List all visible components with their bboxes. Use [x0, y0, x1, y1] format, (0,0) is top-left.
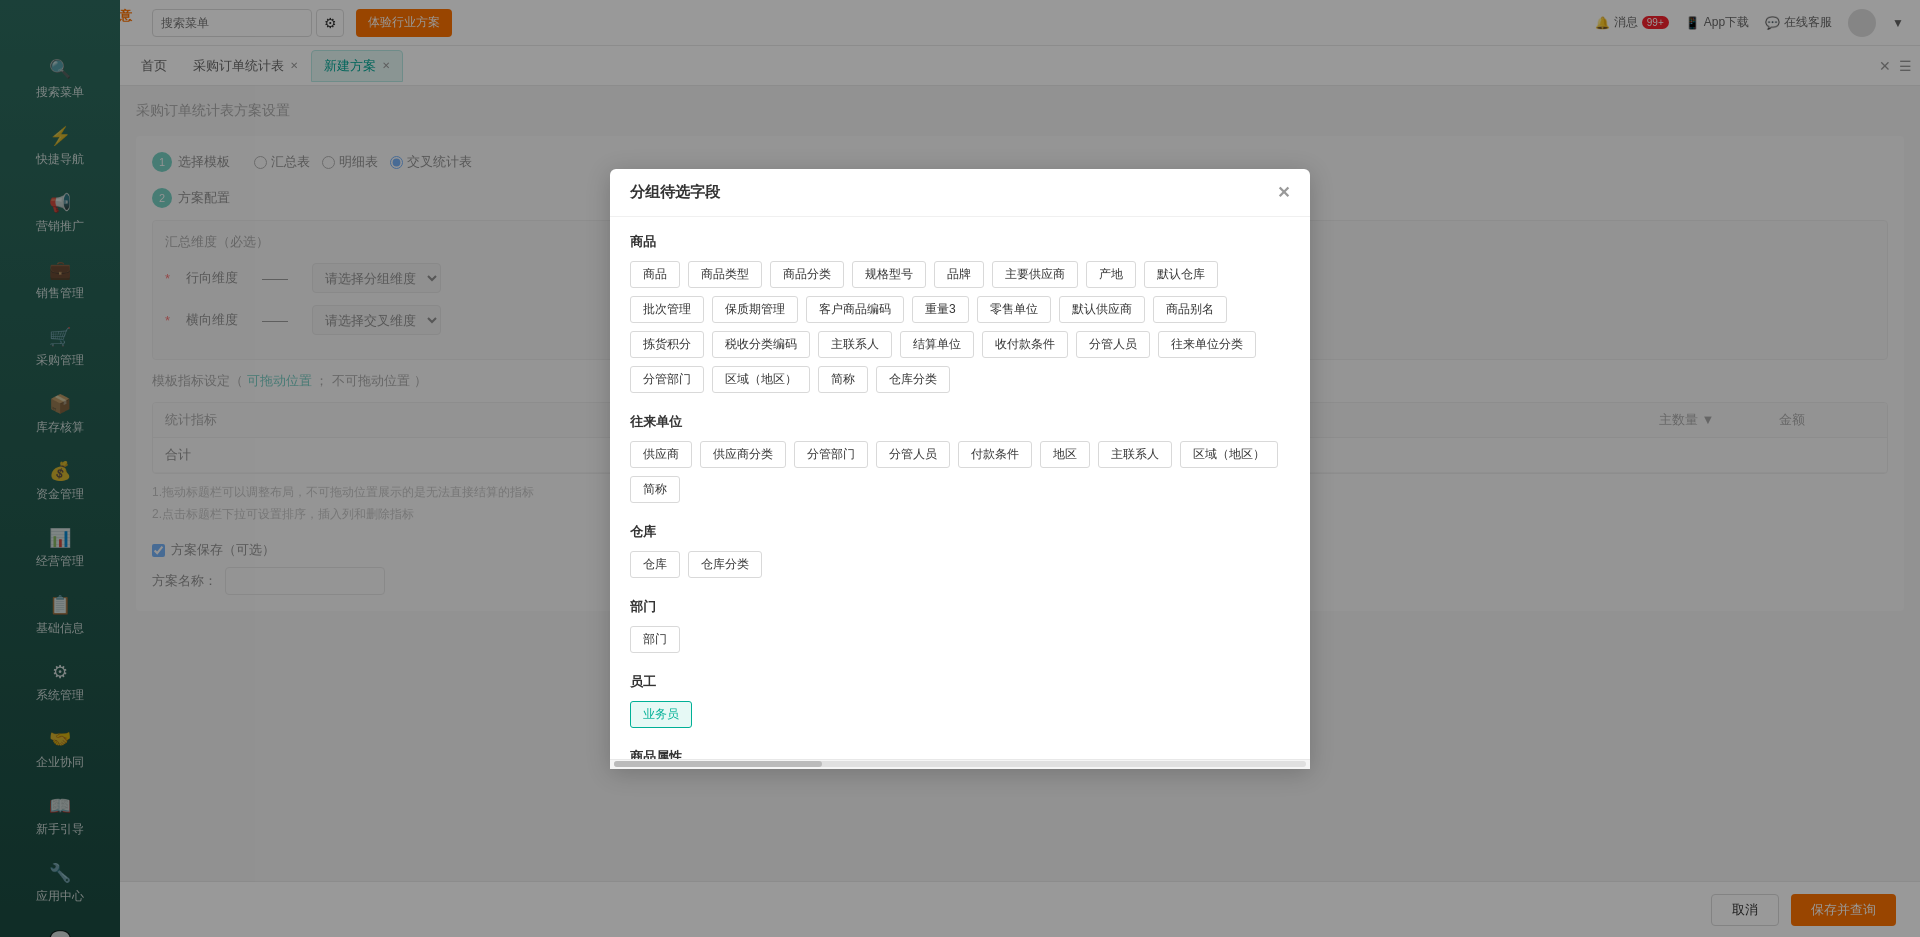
field-tag[interactable]: 收付款条件	[982, 331, 1068, 358]
section-goods-fields: 商品 商品类型 商品分类 规格型号 品牌 主要供应商 产地 默认仓库 批次管理 …	[630, 261, 1290, 393]
section-employee-title: 员工	[630, 673, 1290, 691]
field-tag[interactable]: 规格型号	[852, 261, 926, 288]
field-tag[interactable]: 结算单位	[900, 331, 974, 358]
section-goods: 商品 商品 商品类型 商品分类 规格型号 品牌 主要供应商 产地 默认仓库 批次…	[630, 233, 1290, 393]
field-tag[interactable]: 地区	[1040, 441, 1090, 468]
field-tag[interactable]: 默认仓库	[1144, 261, 1218, 288]
section-warehouse-fields: 仓库 仓库分类	[630, 551, 1290, 578]
modal-header: 分组待选字段 ✕	[610, 169, 1310, 217]
field-tag[interactable]: 分管部门	[794, 441, 868, 468]
field-tag[interactable]: 区域（地区）	[1180, 441, 1278, 468]
field-tag[interactable]: 仓库分类	[876, 366, 950, 393]
field-tag[interactable]: 部门	[630, 626, 680, 653]
field-tag[interactable]: 区域（地区）	[712, 366, 810, 393]
field-tag[interactable]: 品牌	[934, 261, 984, 288]
field-tag[interactable]: 仓库	[630, 551, 680, 578]
section-employee: 员工 业务员	[630, 673, 1290, 728]
section-goods-attr-title: 商品属性	[630, 748, 1290, 759]
field-tag[interactable]: 产地	[1086, 261, 1136, 288]
section-employee-fields: 业务员	[630, 701, 1290, 728]
field-tag[interactable]: 商品类型	[688, 261, 762, 288]
section-goods-attr: 商品属性 属性 颜色 多规格 尺码 鞋码 1	[630, 748, 1290, 759]
field-tag[interactable]: 供应商分类	[700, 441, 786, 468]
modal-close-button[interactable]: ✕	[1277, 183, 1290, 202]
section-counterpart-title: 往来单位	[630, 413, 1290, 431]
field-tag[interactable]: 拣货积分	[630, 331, 704, 358]
field-tag[interactable]: 主要供应商	[992, 261, 1078, 288]
field-tag[interactable]: 默认供应商	[1059, 296, 1145, 323]
section-counterpart: 往来单位 供应商 供应商分类 分管部门 分管人员 付款条件 地区 主联系人 区域…	[630, 413, 1290, 503]
field-tag[interactable]: 供应商	[630, 441, 692, 468]
field-tag[interactable]: 重量3	[912, 296, 969, 323]
modal-dialog: 分组待选字段 ✕ 商品 商品 商品类型 商品分类 规格型号 品牌 主要供应商 产…	[610, 169, 1310, 769]
field-tag[interactable]: 商品分类	[770, 261, 844, 288]
field-tag-selected[interactable]: 业务员	[630, 701, 692, 728]
field-tag[interactable]: 分管部门	[630, 366, 704, 393]
field-tag[interactable]: 税收分类编码	[712, 331, 810, 358]
hscroll-thumb	[614, 761, 822, 767]
field-tag[interactable]: 客户商品编码	[806, 296, 904, 323]
section-goods-title: 商品	[630, 233, 1290, 251]
field-tag[interactable]: 简称	[818, 366, 868, 393]
section-department: 部门 部门	[630, 598, 1290, 653]
field-tag[interactable]: 商品别名	[1153, 296, 1227, 323]
modal-body[interactable]: 商品 商品 商品类型 商品分类 规格型号 品牌 主要供应商 产地 默认仓库 批次…	[610, 217, 1310, 759]
field-tag[interactable]: 零售单位	[977, 296, 1051, 323]
hscroll-track	[614, 761, 1306, 767]
field-tag[interactable]: 保质期管理	[712, 296, 798, 323]
field-tag[interactable]: 往来单位分类	[1158, 331, 1256, 358]
section-warehouse: 仓库 仓库 仓库分类	[630, 523, 1290, 578]
field-tag[interactable]: 商品	[630, 261, 680, 288]
field-tag[interactable]: 仓库分类	[688, 551, 762, 578]
field-tag[interactable]: 付款条件	[958, 441, 1032, 468]
modal-hscrollbar[interactable]	[610, 759, 1310, 769]
section-counterpart-fields: 供应商 供应商分类 分管部门 分管人员 付款条件 地区 主联系人 区域（地区） …	[630, 441, 1290, 503]
modal-title: 分组待选字段	[630, 183, 720, 202]
field-tag[interactable]: 分管人员	[1076, 331, 1150, 358]
field-tag[interactable]: 简称	[630, 476, 680, 503]
field-tag[interactable]: 主联系人	[818, 331, 892, 358]
section-department-fields: 部门	[630, 626, 1290, 653]
field-tag[interactable]: 主联系人	[1098, 441, 1172, 468]
field-tag[interactable]: 批次管理	[630, 296, 704, 323]
field-tag[interactable]: 分管人员	[876, 441, 950, 468]
section-warehouse-title: 仓库	[630, 523, 1290, 541]
section-department-title: 部门	[630, 598, 1290, 616]
